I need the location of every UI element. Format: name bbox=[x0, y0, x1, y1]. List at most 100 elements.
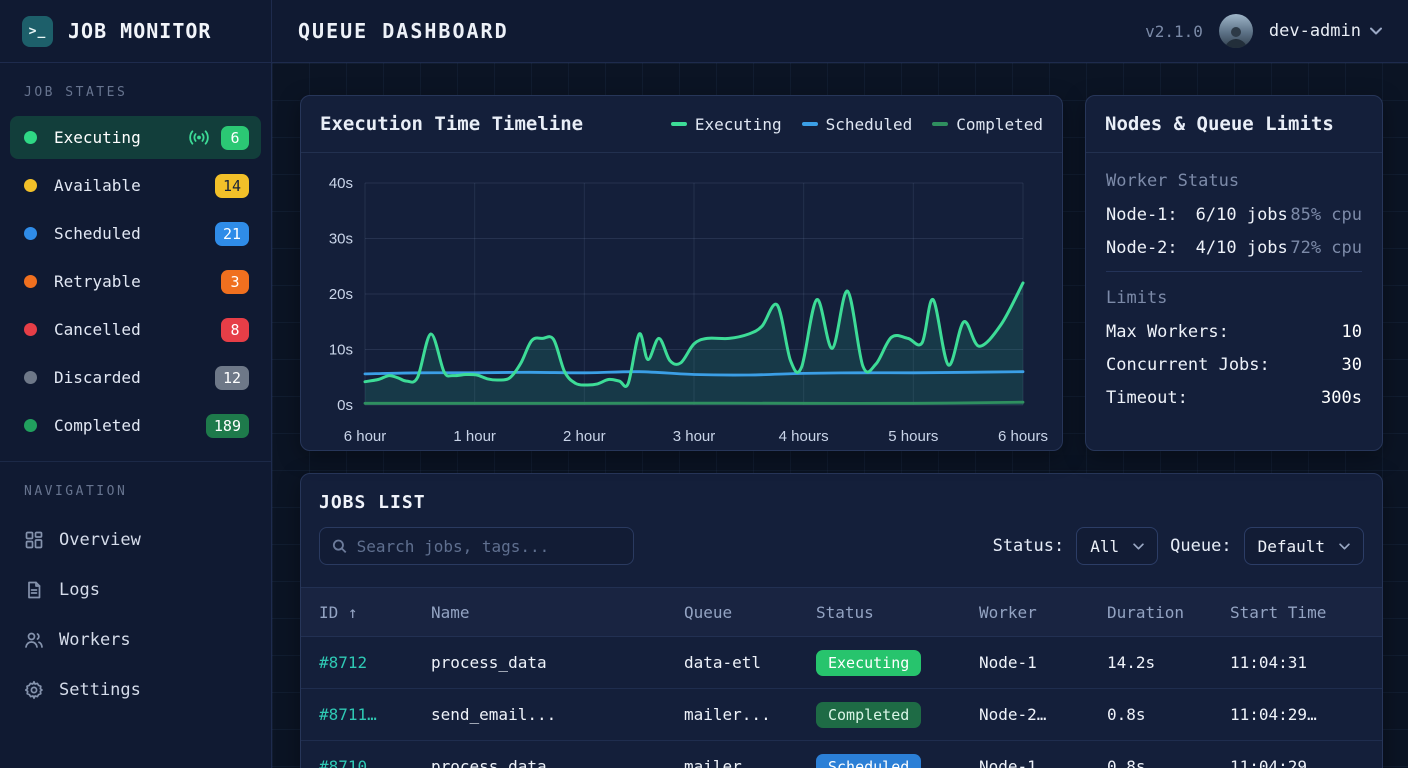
sidebar-state-discarded[interactable]: Discarded 12 bbox=[10, 356, 261, 399]
sidebar-state-cancelled[interactable]: Cancelled 8 bbox=[10, 308, 261, 351]
legend-label: Completed bbox=[956, 114, 1043, 134]
job-id-link[interactable]: #8710 bbox=[319, 757, 431, 768]
column-header-id[interactable]: ID ↑ bbox=[319, 603, 431, 622]
job-row-8711[interactable]: #8711… send_email... mailer... Completed Nod… bbox=[301, 689, 1382, 741]
user-avatar[interactable] bbox=[1218, 14, 1253, 48]
state-count-badge: 14 bbox=[214, 173, 249, 198]
nav-item-logs[interactable]: Logs bbox=[0, 565, 271, 615]
jobs-table-header: ID ↑ Name Queue Status Worker Duration Start T… bbox=[301, 587, 1382, 637]
sidebar-state-available[interactable]: Available 14 bbox=[10, 164, 261, 207]
column-header-duration[interactable]: Duration bbox=[1107, 603, 1230, 622]
job-id-link[interactable]: #8712 bbox=[319, 653, 431, 672]
state-dot bbox=[24, 131, 37, 144]
column-header-status[interactable]: Status bbox=[816, 603, 979, 622]
worker-cpu: 72% cpu bbox=[1290, 238, 1362, 258]
limit-value: 300s bbox=[1321, 388, 1362, 408]
limit-row: Timeout: 300s bbox=[1106, 388, 1362, 408]
chart-plot-area: 0s 10s 20s 30s 40s 6 hour 1 hour 2 hour 3 hour 4 … bbox=[301, 153, 1062, 459]
worker-name: Node-1: bbox=[1106, 205, 1178, 225]
status-badge: Scheduled bbox=[816, 753, 922, 768]
svg-text:10s: 10s bbox=[329, 342, 353, 359]
column-header-queue[interactable]: Queue bbox=[684, 603, 816, 622]
nav-item-label: Workers bbox=[59, 630, 131, 650]
limit-rows: Max Workers: 10 Concurrent Jobs: 30 Timeout:… bbox=[1106, 322, 1362, 408]
job-queue: mailer... bbox=[684, 705, 771, 724]
chevron-down-icon bbox=[1339, 542, 1350, 550]
search-input[interactable] bbox=[356, 536, 621, 556]
brand: >_ JOB MONITOR bbox=[0, 0, 272, 62]
job-queue: mailer bbox=[684, 757, 742, 768]
state-dot bbox=[24, 227, 37, 240]
status-filter-select[interactable]: All bbox=[1076, 527, 1159, 565]
limit-value: 10 bbox=[1341, 322, 1362, 342]
worker-jobs: 6/10 jobs bbox=[1195, 205, 1288, 225]
overview-grid-icon bbox=[25, 531, 43, 549]
workers-users-icon bbox=[25, 632, 43, 648]
svg-text:0s: 0s bbox=[337, 397, 353, 414]
limit-label: Timeout: bbox=[1106, 388, 1188, 408]
state-label: Discarded bbox=[54, 368, 141, 387]
sidebar: JOB STATES Executing 6 Available 14 Schedule… bbox=[0, 63, 272, 768]
nav-item-overview[interactable]: Overview bbox=[0, 515, 271, 565]
settings-gear-icon bbox=[24, 680, 43, 700]
navigation-header: NAVIGATION bbox=[24, 484, 128, 499]
svg-text:6 hours: 6 hours bbox=[998, 428, 1048, 445]
job-duration: 14.2s bbox=[1107, 653, 1156, 672]
job-row-8710[interactable]: #8710 process_data mailer Scheduled Node-1 0.… bbox=[301, 741, 1382, 768]
state-dot bbox=[24, 419, 37, 432]
job-start-time: 11:04:31 bbox=[1230, 653, 1308, 672]
legend-item-scheduled: Scheduled bbox=[801, 115, 912, 134]
svg-text:4 hours: 4 hours bbox=[779, 428, 829, 445]
column-header-name[interactable]: Name bbox=[431, 603, 684, 622]
main-content: Execution Time Timeline Executing Schedul… bbox=[272, 63, 1408, 768]
job-status-cell: Completed bbox=[816, 701, 979, 728]
worker-name: Node-2: bbox=[1106, 238, 1178, 258]
job-row-8712[interactable]: #8712 process_data data-etl Executing Node-1… bbox=[301, 637, 1382, 689]
worker-status-rows: Node-1: 6/10 jobs 85% cpu Node-2: 4/10 jobs 7… bbox=[1106, 205, 1362, 258]
sidebar-state-retryable[interactable]: Retryable 3 bbox=[10, 260, 261, 303]
sidebar-state-completed[interactable]: Completed 189 bbox=[10, 404, 261, 447]
state-label: Executing bbox=[54, 128, 141, 147]
job-name: process_data bbox=[431, 653, 547, 672]
search-icon bbox=[332, 539, 347, 554]
job-id-link[interactable]: #8711… bbox=[319, 705, 431, 724]
avatar-silhouette-icon bbox=[1224, 27, 1247, 48]
state-label: Available bbox=[54, 176, 141, 195]
job-states-header: JOB STATES bbox=[24, 85, 128, 100]
worker-status-row: Node-1: 6/10 jobs 85% cpu bbox=[1106, 205, 1362, 225]
nav-item-settings[interactable]: Settings bbox=[0, 665, 271, 715]
chart-title: Execution Time Timeline bbox=[320, 113, 584, 135]
live-broadcast-icon bbox=[189, 130, 209, 145]
job-queue: data-etl bbox=[684, 653, 762, 672]
nav-item-workers[interactable]: Workers bbox=[0, 615, 271, 665]
worker-jobs: 4/10 jobs bbox=[1195, 238, 1288, 258]
legend-item-completed: Completed bbox=[932, 115, 1043, 134]
panel-divider bbox=[1106, 271, 1362, 272]
terminal-icon: >_ bbox=[22, 15, 53, 47]
column-header-start-time[interactable]: Start Time bbox=[1230, 603, 1382, 622]
top-bar: >_ JOB MONITOR QUEUE DASHBOARD v2.1.0 de… bbox=[0, 0, 1408, 63]
user-menu[interactable]: dev-admin bbox=[1269, 21, 1382, 41]
chevron-down-icon bbox=[1370, 27, 1382, 35]
worker-cpu: 85% cpu bbox=[1290, 205, 1362, 225]
job-start-time: 11:04:29 bbox=[1230, 757, 1308, 768]
job-states-list: Executing 6 Available 14 Scheduled 21 Retryabl… bbox=[0, 116, 271, 447]
queue-filter-select[interactable]: Default bbox=[1243, 527, 1364, 565]
svg-text:2 hour: 2 hour bbox=[563, 428, 606, 445]
column-header-worker[interactable]: Worker bbox=[979, 603, 1107, 622]
sidebar-state-executing[interactable]: Executing 6 bbox=[10, 116, 261, 159]
status-badge: Executing bbox=[816, 649, 922, 676]
state-label: Cancelled bbox=[54, 320, 141, 339]
jobs-search[interactable] bbox=[319, 527, 634, 565]
svg-text:20s: 20s bbox=[329, 286, 353, 303]
sidebar-state-scheduled[interactable]: Scheduled 21 bbox=[10, 212, 261, 255]
state-dot bbox=[24, 179, 37, 192]
page-header: QUEUE DASHBOARD v2.1.0 dev-admin bbox=[272, 0, 1408, 62]
state-label: Scheduled bbox=[54, 224, 141, 243]
chevron-down-icon bbox=[1133, 542, 1144, 550]
svg-text:3 hour: 3 hour bbox=[673, 428, 716, 445]
status-filter-label: Status: bbox=[992, 536, 1065, 556]
status-badge: Completed bbox=[816, 701, 922, 728]
job-name: process_data bbox=[431, 757, 547, 768]
job-status-cell: Scheduled bbox=[816, 753, 979, 768]
